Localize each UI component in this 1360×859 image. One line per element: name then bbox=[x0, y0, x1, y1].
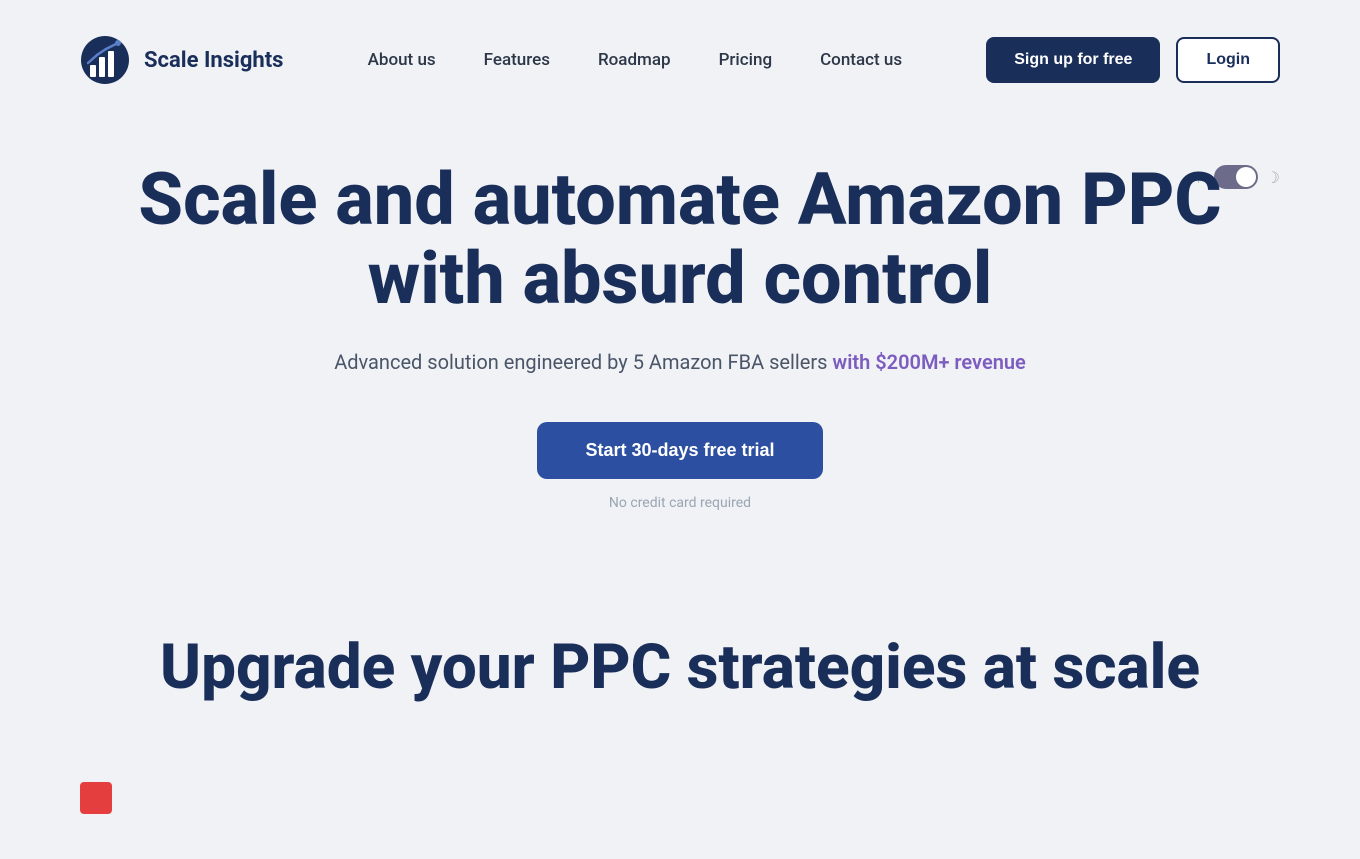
trial-button[interactable]: Start 30-days free trial bbox=[537, 422, 822, 479]
brand-name: Scale Insights bbox=[144, 48, 283, 73]
upgrade-title: Upgrade your PPC strategies at scale bbox=[80, 631, 1280, 704]
brand-link[interactable]: Scale Insights bbox=[80, 35, 283, 85]
no-credit-text: No credit card required bbox=[609, 495, 751, 511]
nav-link-roadmap[interactable]: Roadmap bbox=[598, 50, 671, 70]
nav-item-contact[interactable]: Contact us bbox=[820, 50, 902, 70]
navbar-actions: Sign up for free Login bbox=[986, 37, 1280, 83]
signup-button[interactable]: Sign up for free bbox=[986, 37, 1160, 83]
brand-logo-icon bbox=[80, 35, 130, 85]
nav-item-pricing[interactable]: Pricing bbox=[719, 50, 773, 70]
nav-link-contact[interactable]: Contact us bbox=[820, 50, 902, 70]
upgrade-section: Upgrade your PPC strategies at scale bbox=[0, 571, 1360, 764]
hero-section: Scale and automate Amazon PPC with absur… bbox=[0, 120, 1360, 571]
red-dot-icon bbox=[80, 782, 112, 814]
login-button[interactable]: Login bbox=[1176, 37, 1280, 83]
hero-title: Scale and automate Amazon PPC with absur… bbox=[138, 160, 1221, 318]
hero-title-line2: with absurd control bbox=[368, 236, 993, 321]
nav-link-pricing[interactable]: Pricing bbox=[719, 50, 773, 70]
nav-item-about[interactable]: About us bbox=[368, 50, 436, 70]
upgrade-row bbox=[0, 764, 1360, 814]
hero-subtitle-highlight: with $200M+ revenue bbox=[832, 350, 1025, 374]
nav-link-about[interactable]: About us bbox=[368, 50, 436, 70]
hero-title-line1: Scale and automate Amazon PPC bbox=[138, 157, 1221, 242]
nav-link-features[interactable]: Features bbox=[484, 50, 550, 70]
hero-subtitle-plain: Advanced solution engineered by 5 Amazon… bbox=[334, 350, 827, 374]
nav-item-features[interactable]: Features bbox=[484, 50, 550, 70]
nav-menu: About us Features Roadmap Pricing Contac… bbox=[368, 50, 902, 70]
hero-subtitle: Advanced solution engineered by 5 Amazon… bbox=[334, 350, 1026, 374]
nav-item-roadmap[interactable]: Roadmap bbox=[598, 50, 671, 70]
navbar: Scale Insights About us Features Roadmap… bbox=[0, 0, 1360, 120]
